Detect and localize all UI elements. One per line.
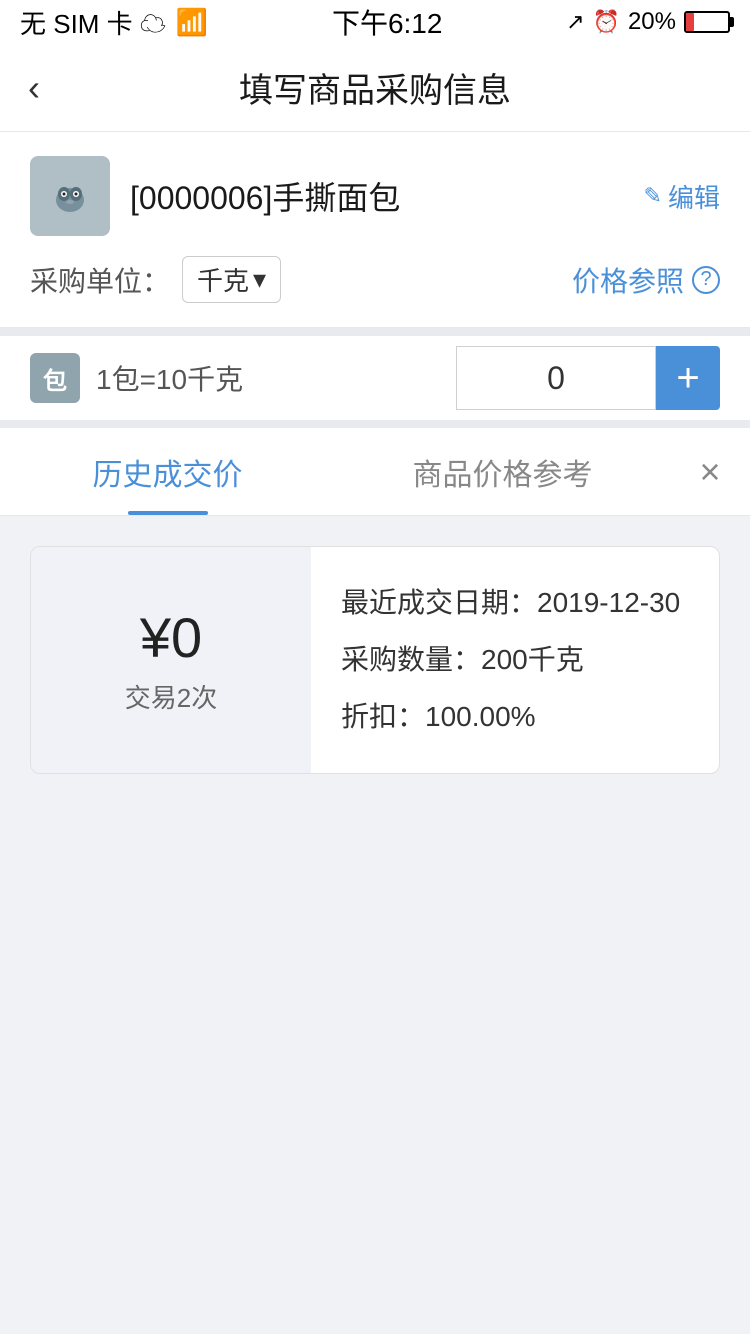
price-value: 0 [171,606,202,669]
unit-dropdown[interactable]: 千克 ▾ [182,256,281,303]
currency-symbol: ¥ [140,606,171,669]
unit-equality-label: 1包=10千克 [96,358,243,398]
wifi-icon: 📶 [176,7,208,38]
tab-history-price[interactable]: 历史成交价 [0,428,335,515]
battery-percent: 20% [628,8,676,36]
alarm-icon: ⏰ [593,9,620,35]
product-name: [0000006]手撕面包 [130,173,400,219]
tab-bar: 历史成交价 商品价格参考 × [0,428,750,516]
price-right-panel: 最近成交日期：2019-12-30 采购数量：200千克 折扣：100.00% [311,547,719,773]
price-card: ¥0 交易2次 最近成交日期：2019-12-30 采购数量：200千克 折扣：… [30,546,720,774]
recent-date-label: 最近成交日期： [341,587,537,618]
product-bottom-row: 采购单位： 千克 ▾ 价格参照 ? [30,256,720,303]
dropdown-arrow-icon: ▾ [253,264,266,295]
unit-icon: 包 [30,353,80,403]
edit-icon: ✎ [644,183,662,209]
sim-status: 无 SIM 卡 ☁ [20,4,166,41]
purchase-qty-label: 采购数量： [341,644,481,675]
tab-product-price-ref[interactable]: 商品价格参考 [335,428,670,515]
status-time: 下午6:12 [332,2,443,42]
purchase-qty-row: 采购数量：200千克 [341,640,689,679]
price-amount: ¥0 [140,605,202,670]
tab-close-button[interactable]: × [670,428,750,515]
status-right: ↗ ⏰ 20% [566,8,730,36]
discount-label: 折扣： [341,701,425,732]
header: ‹ 填写商品采购信息 [0,44,750,132]
quantity-input[interactable] [456,346,656,410]
quantity-row: 包 1包=10千克 + [0,328,750,428]
unit-value: 千克 [197,261,249,298]
edit-label: 编辑 [668,178,720,215]
quantity-plus-button[interactable]: + [656,346,720,410]
product-top-row: [0000006]手撕面包 ✎ 编辑 [30,156,720,236]
recent-date-value: 2019-12-30 [537,587,680,618]
purchase-qty-value: 200千克 [481,644,584,675]
price-ref-label: 价格参照 [572,260,684,300]
edit-button[interactable]: ✎ 编辑 [644,178,720,215]
battery-icon [684,11,730,33]
discount-value: 100.00% [425,701,536,732]
tab-product-price-ref-label: 商品价格参考 [413,450,593,494]
tab-history-price-label: 历史成交价 [93,450,243,494]
price-transactions: 交易2次 [125,678,217,715]
unit-row: 采购单位： 千克 ▾ [30,256,281,303]
price-reference-button[interactable]: 价格参照 ? [572,260,720,300]
price-content: ¥0 交易2次 最近成交日期：2019-12-30 采购数量：200千克 折扣：… [0,516,750,804]
recent-date-row: 最近成交日期：2019-12-30 [341,583,689,622]
page-empty-area [0,804,750,1304]
product-thumbnail [30,156,110,236]
discount-row: 折扣：100.00% [341,697,689,736]
page-title: 填写商品采购信息 [239,63,511,112]
product-info: [0000006]手撕面包 [30,156,400,236]
status-bar: 无 SIM 卡 ☁ 📶 下午6:12 ↗ ⏰ 20% [0,0,750,44]
quantity-input-group: + [456,346,720,410]
status-left: 无 SIM 卡 ☁ 📶 [20,4,208,41]
product-card: [0000006]手撕面包 ✎ 编辑 采购单位： 千克 ▾ 价格参照 ? [0,132,750,328]
price-left-panel: ¥0 交易2次 [31,547,311,773]
unit-label: 采购单位： [30,260,170,300]
back-button[interactable]: ‹ [28,67,40,109]
quantity-unit-info: 包 1包=10千克 [30,353,243,403]
gps-icon: ↗ [566,9,584,35]
question-icon: ? [692,266,720,294]
